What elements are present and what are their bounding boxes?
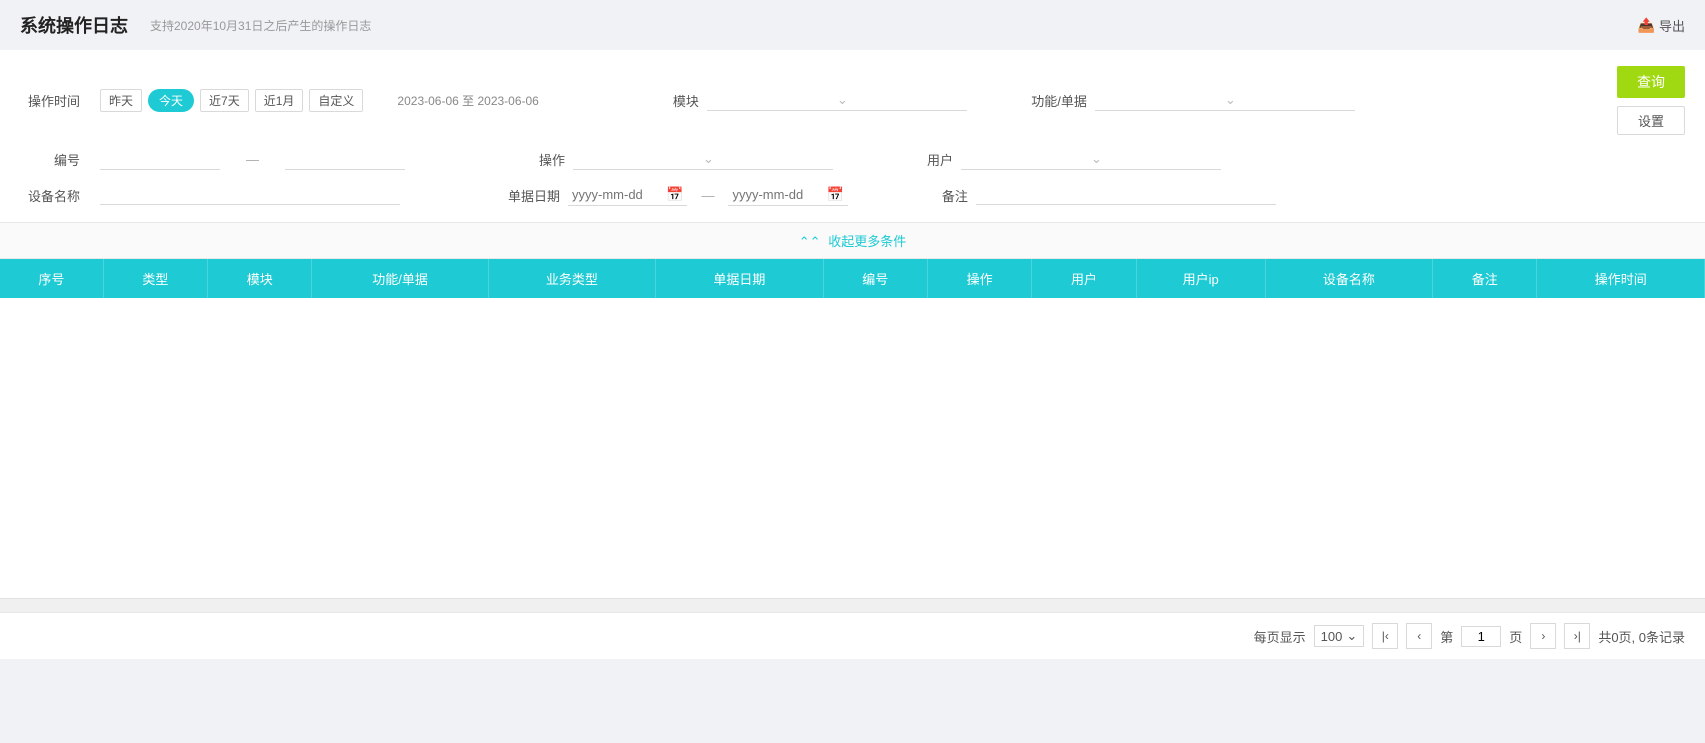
date-end-wrapper: 📅 bbox=[728, 184, 847, 206]
col-user-ip: 用户ip bbox=[1136, 259, 1265, 298]
date-start-input[interactable] bbox=[572, 187, 662, 202]
action-buttons: 查询 设置 bbox=[1617, 66, 1685, 135]
collapse-label: 收起更多条件 bbox=[828, 234, 906, 249]
operation-label: 操作 bbox=[505, 150, 565, 169]
export-icon: 📤 bbox=[1638, 17, 1655, 34]
export-label: 导出 bbox=[1659, 16, 1685, 35]
filter-row-1: 操作时间 昨天 今天 近7天 近1月 自定义 2023-06-06 至 2023… bbox=[20, 66, 1685, 135]
date-end-input[interactable] bbox=[732, 187, 822, 202]
col-op-time: 操作时间 bbox=[1537, 259, 1705, 298]
date-dash: — bbox=[701, 188, 714, 203]
per-page-label: 每页显示 bbox=[1254, 627, 1306, 646]
today-btn[interactable]: 今天 bbox=[148, 89, 194, 112]
settings-button[interactable]: 设置 bbox=[1617, 106, 1685, 135]
func-select[interactable]: ⌄ bbox=[1095, 90, 1355, 111]
table-container: 序号 类型 模块 功能/单据 业务类型 单据日期 编号 操作 用户 用户ip 设… bbox=[0, 259, 1705, 598]
filter-row-3: 设备名称 单据日期 📅 — 📅 备注 bbox=[20, 184, 1685, 206]
col-voucher-date: 单据日期 bbox=[656, 259, 823, 298]
code-dash: — bbox=[246, 152, 259, 167]
filter-row-2: 编号 — 操作 ⌄ 用户 ⌄ bbox=[20, 149, 1685, 170]
last1m-btn[interactable]: 近1月 bbox=[255, 89, 304, 112]
collapse-bar[interactable]: ⌃⌃ 收起更多条件 bbox=[0, 223, 1705, 259]
code-end-input[interactable] bbox=[285, 150, 405, 170]
calendar-end-icon[interactable]: 📅 bbox=[826, 186, 843, 203]
col-user: 用户 bbox=[1032, 259, 1136, 298]
empty-area bbox=[0, 298, 1705, 598]
date-start-wrapper: 📅 bbox=[568, 184, 687, 206]
yesterday-btn[interactable]: 昨天 bbox=[100, 89, 142, 112]
collapse-icon: ⌃⌃ bbox=[799, 234, 821, 249]
code-label: 编号 bbox=[20, 150, 80, 169]
col-seq: 序号 bbox=[0, 259, 103, 298]
calendar-start-icon[interactable]: 📅 bbox=[666, 186, 683, 203]
remark-input[interactable] bbox=[976, 185, 1276, 205]
custom-btn[interactable]: 自定义 bbox=[309, 89, 363, 112]
query-button[interactable]: 查询 bbox=[1617, 66, 1685, 98]
per-page-arrow-icon: ⌄ bbox=[1346, 628, 1357, 644]
page-input[interactable] bbox=[1461, 626, 1501, 647]
user-label: 用户 bbox=[893, 150, 953, 169]
table-header-row: 序号 类型 模块 功能/单据 业务类型 单据日期 编号 操作 用户 用户ip 设… bbox=[0, 259, 1705, 298]
time-options: 昨天 今天 近7天 近1月 自定义 bbox=[100, 89, 363, 112]
operation-select[interactable]: ⌄ bbox=[573, 149, 833, 170]
func-label: 功能/单据 bbox=[1027, 91, 1087, 110]
page-header: 系统操作日志 支持2020年10月31日之后产生的操作日志 📤 导出 bbox=[0, 0, 1705, 50]
first-page-btn[interactable]: |‹ bbox=[1372, 623, 1398, 649]
module-label: 模块 bbox=[639, 91, 699, 110]
per-page-select[interactable]: 100 ⌄ bbox=[1314, 625, 1365, 647]
last7-btn[interactable]: 近7天 bbox=[200, 89, 249, 112]
time-label: 操作时间 bbox=[20, 91, 80, 110]
col-device: 设备名称 bbox=[1265, 259, 1432, 298]
export-button[interactable]: 📤 导出 bbox=[1638, 16, 1685, 35]
last-page-btn[interactable]: ›| bbox=[1564, 623, 1590, 649]
voucher-date-label: 单据日期 bbox=[500, 186, 560, 205]
total-label: 共0页, 0条记录 bbox=[1598, 627, 1685, 646]
pagination-bar: 每页显示 100 ⌄ |‹ ‹ 第 页 › ›| 共0页, 0条记录 bbox=[0, 612, 1705, 659]
code-start-input[interactable] bbox=[100, 150, 220, 170]
page-suffix: 页 bbox=[1509, 627, 1522, 646]
col-func: 功能/单据 bbox=[312, 259, 488, 298]
func-arrow-icon: ⌄ bbox=[1225, 92, 1351, 108]
user-select[interactable]: ⌄ bbox=[961, 149, 1221, 170]
remark-label: 备注 bbox=[908, 186, 968, 205]
col-type: 类型 bbox=[103, 259, 207, 298]
col-operation: 操作 bbox=[927, 259, 1031, 298]
device-label: 设备名称 bbox=[20, 186, 80, 205]
col-module: 模块 bbox=[208, 259, 312, 298]
page-title: 系统操作日志 bbox=[20, 12, 128, 38]
col-code: 编号 bbox=[823, 259, 927, 298]
user-arrow-icon: ⌄ bbox=[1091, 151, 1217, 167]
filter-panel: 操作时间 昨天 今天 近7天 近1月 自定义 2023-06-06 至 2023… bbox=[0, 50, 1705, 223]
operation-arrow-icon: ⌄ bbox=[703, 151, 829, 167]
prev-page-btn[interactable]: ‹ bbox=[1406, 623, 1432, 649]
date-range: 2023-06-06 至 2023-06-06 bbox=[397, 92, 538, 109]
module-select[interactable]: ⌄ bbox=[707, 90, 967, 111]
next-page-btn[interactable]: › bbox=[1530, 623, 1556, 649]
data-table: 序号 类型 模块 功能/单据 业务类型 单据日期 编号 操作 用户 用户ip 设… bbox=[0, 259, 1705, 298]
per-page-value: 100 bbox=[1321, 629, 1343, 644]
scrollbar-area[interactable] bbox=[0, 598, 1705, 612]
page-label: 第 bbox=[1440, 627, 1453, 646]
col-remark: 备注 bbox=[1433, 259, 1537, 298]
col-biz-type: 业务类型 bbox=[488, 259, 655, 298]
device-input[interactable] bbox=[100, 185, 400, 205]
page-subtitle: 支持2020年10月31日之后产生的操作日志 bbox=[150, 17, 371, 34]
module-arrow-icon: ⌄ bbox=[837, 92, 963, 108]
